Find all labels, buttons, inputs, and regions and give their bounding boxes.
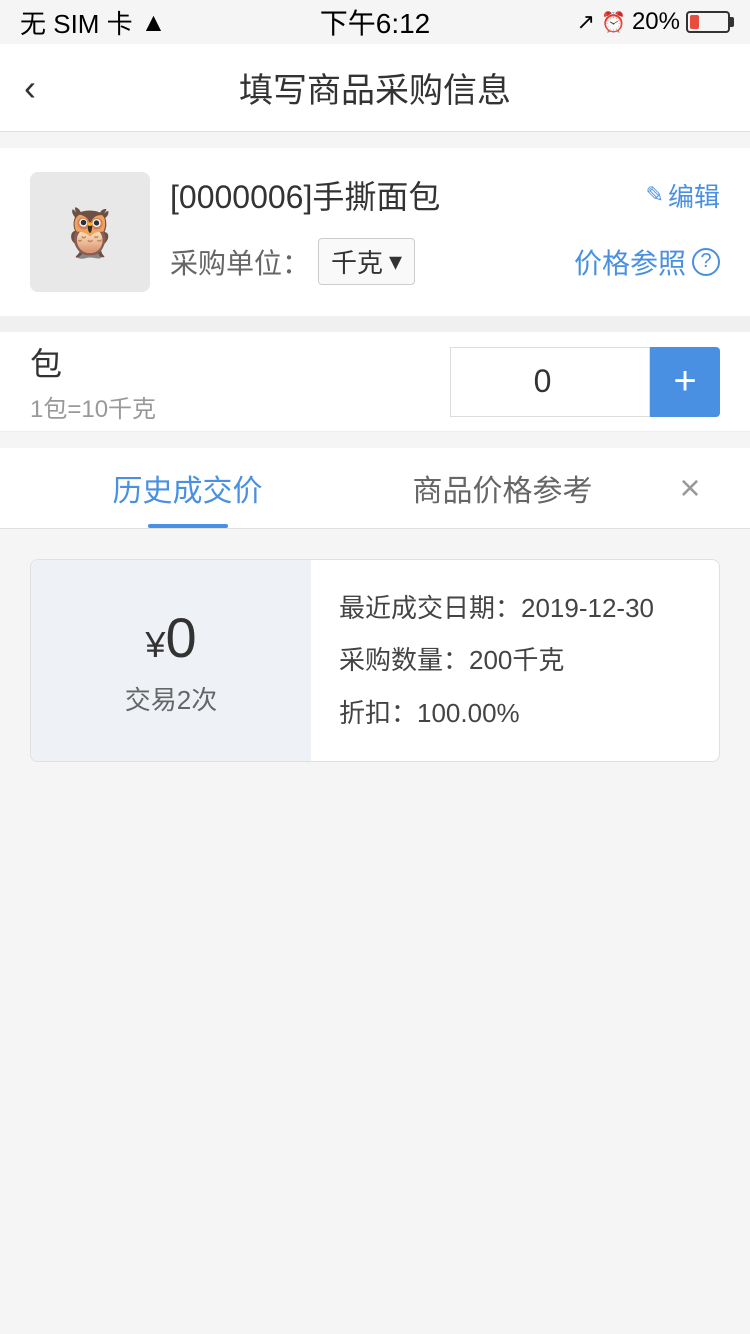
price-reference-button[interactable]: 价格参照 ? xyxy=(574,242,720,282)
status-carrier: 无 SIM 卡 ▲ xyxy=(20,4,166,41)
unit-selector-group: 采购单位： 千克 ▾ xyxy=(170,238,415,285)
price-summary: ¥0 交易2次 xyxy=(31,560,311,761)
tabs-header: 历史成交价 商品价格参考 × xyxy=(0,448,750,528)
nav-bar: ‹ 填写商品采购信息 xyxy=(0,44,750,132)
product-header: [0000006]手撕面包 ✎ 编辑 xyxy=(170,172,720,218)
help-icon: ? xyxy=(692,248,720,276)
price-amount: ¥0 xyxy=(145,605,196,670)
discount-row: 折扣：100.00% xyxy=(339,695,691,731)
trade-count: 交易2次 xyxy=(125,680,217,717)
unit-label: 采购单位： xyxy=(170,242,310,282)
product-card: 🦉 [0000006]手撕面包 ✎ 编辑 采购单位： 千克 ▾ 价格参照 xyxy=(0,148,750,316)
battery-indicator xyxy=(686,11,730,33)
back-button[interactable]: ‹ xyxy=(24,67,36,109)
product-info: [0000006]手撕面包 ✎ 编辑 采购单位： 千克 ▾ 价格参照 ? xyxy=(170,172,720,285)
recent-date-row: 最近成交日期：2019-12-30 xyxy=(339,590,691,626)
product-name: [0000006]手撕面包 xyxy=(170,172,440,218)
price-content: ¥0 交易2次 最近成交日期：2019-12-30 采购数量：200千克 折扣：… xyxy=(0,529,750,792)
price-details: 最近成交日期：2019-12-30 采购数量：200千克 折扣：100.00% xyxy=(311,560,719,761)
status-time: 下午6:12 xyxy=(320,2,431,42)
quantity-control: + xyxy=(450,347,720,417)
alarm-icon: ⏰ xyxy=(601,10,626,35)
purchase-qty-row: 采购数量：200千克 xyxy=(339,642,691,678)
battery-pct: 20% xyxy=(632,8,680,36)
page-title: 填写商品采购信息 xyxy=(239,63,511,112)
product-placeholder-icon: 🦉 xyxy=(60,204,120,261)
dropdown-arrow-icon: ▾ xyxy=(389,246,402,277)
quantity-input[interactable] xyxy=(450,347,650,417)
quantity-plus-button[interactable]: + xyxy=(650,347,720,417)
status-right: ↗ ⏰ 20% xyxy=(577,8,730,36)
quantity-label: 包 1包=10千克 xyxy=(30,339,156,424)
currency-symbol: ¥ xyxy=(145,624,165,665)
quantity-row: 包 1包=10千克 + xyxy=(0,332,750,432)
edit-icon: ✎ xyxy=(646,182,664,208)
battery-fill xyxy=(690,15,699,29)
product-image: 🦉 xyxy=(30,172,150,292)
edit-button[interactable]: ✎ 编辑 xyxy=(646,177,720,214)
status-bar: 无 SIM 卡 ▲ 下午6:12 ↗ ⏰ 20% xyxy=(0,0,750,44)
wifi-icon: ▲ xyxy=(141,7,167,38)
section-divider xyxy=(0,316,750,332)
product-unit-row: 采购单位： 千克 ▾ 价格参照 ? xyxy=(170,238,720,285)
quantity-unit: 包 xyxy=(30,339,156,385)
tabs-container: 历史成交价 商品价格参考 × xyxy=(0,448,750,529)
tab-underline xyxy=(148,524,228,528)
tab-historical-price[interactable]: 历史成交价 xyxy=(30,448,345,528)
quantity-equiv: 1包=10千克 xyxy=(30,389,156,424)
location-icon: ↗ xyxy=(577,9,595,35)
unit-dropdown[interactable]: 千克 ▾ xyxy=(318,238,415,285)
tab-close-button[interactable]: × xyxy=(660,448,720,528)
tab-product-price-ref[interactable]: 商品价格参考 xyxy=(345,448,660,528)
price-card: ¥0 交易2次 最近成交日期：2019-12-30 采购数量：200千克 折扣：… xyxy=(30,559,720,762)
